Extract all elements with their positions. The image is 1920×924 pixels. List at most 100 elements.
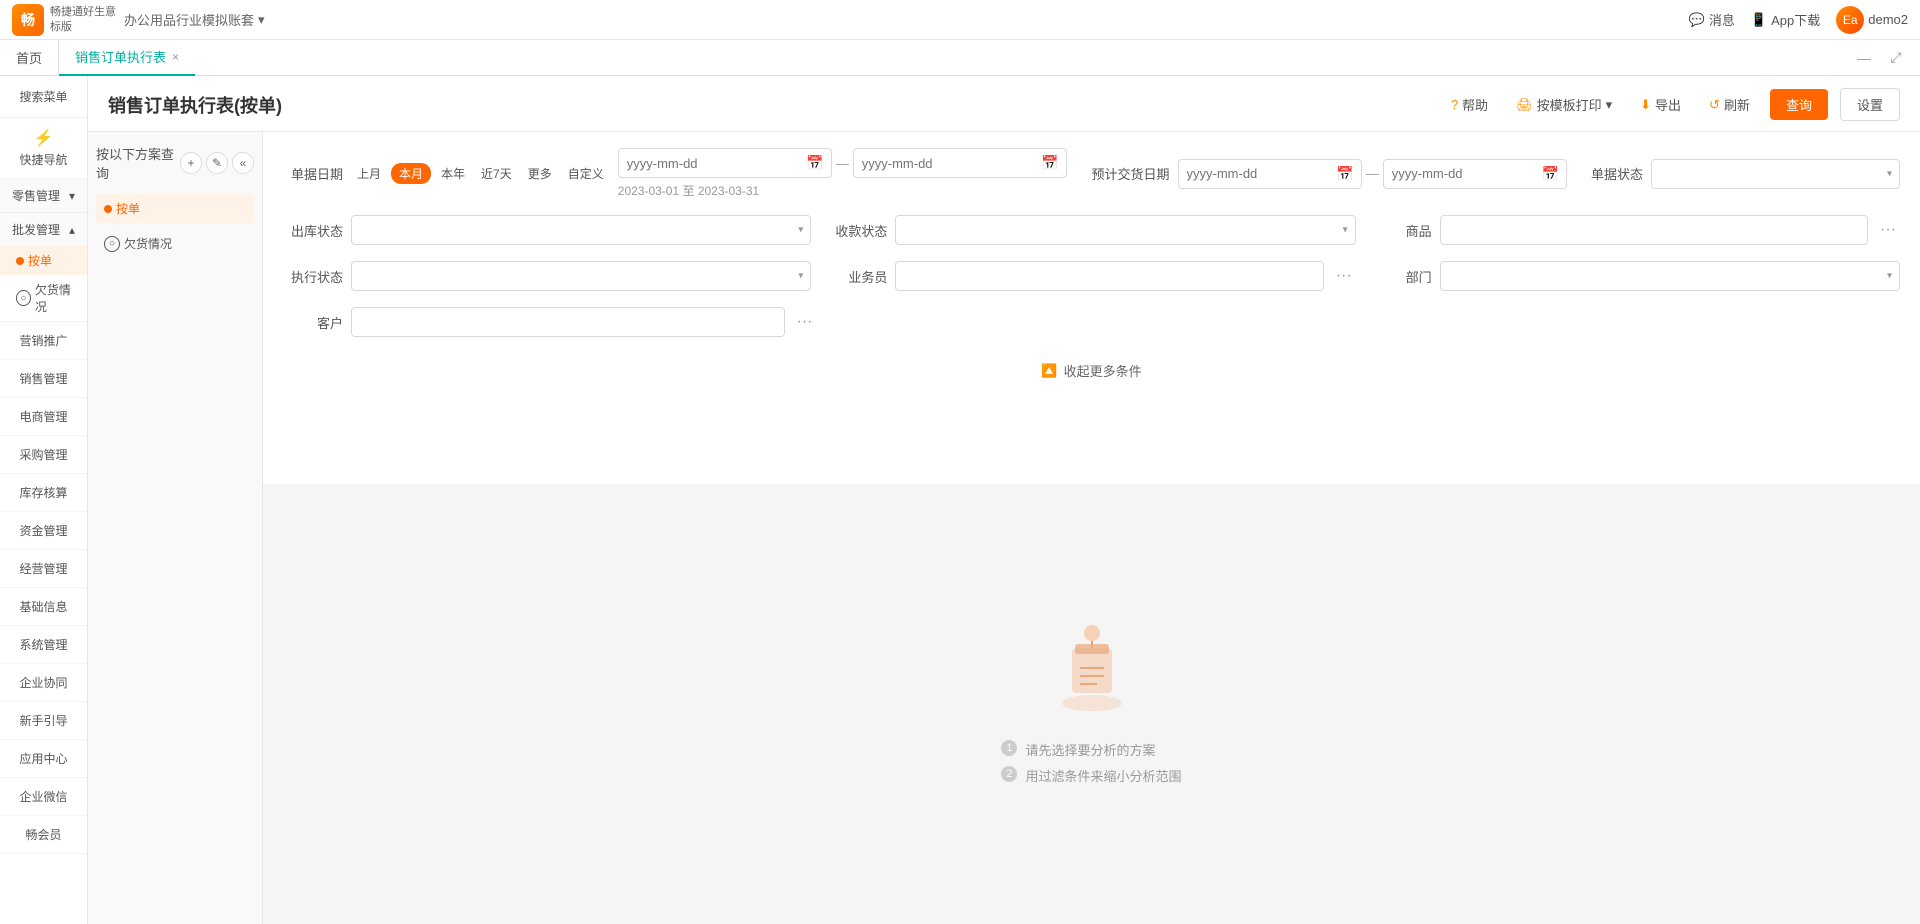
settings-btn[interactable]: 设置 <box>1840 88 1900 121</box>
filter-edit-btn[interactable]: ✎ <box>206 152 228 174</box>
sidebar-item-purchase[interactable]: 采购管理 <box>0 436 87 474</box>
filter-form-area: 单据日期 上月 本月 本年 近7天 更多 自定义 <box>263 132 1920 484</box>
message-btn[interactable]: 💬 消息 <box>1689 10 1735 29</box>
shortcut-year[interactable]: 本年 <box>435 163 471 184</box>
shipment-select-wrapper: ▾ <box>351 215 811 245</box>
sidebar-item-ecommerce[interactable]: 电商管理 <box>0 398 87 436</box>
sidebar-item-appcenter[interactable]: 应用中心 <box>0 740 87 778</box>
date-range: 📅 — 📅 <box>618 148 1067 178</box>
exec-status-select-wrapper: ▾ <box>351 261 811 291</box>
tab-home[interactable]: 首页 <box>0 40 59 76</box>
date-start-input[interactable] <box>618 148 832 178</box>
filter-item-payment: 收款状态 ▾ <box>827 215 1355 245</box>
sidebar-item-stock[interactable]: 库存核算 <box>0 474 87 512</box>
delivery-end-input[interactable] <box>1383 159 1567 189</box>
shortcut-more[interactable]: 更多 <box>522 163 558 184</box>
print-dropdown-icon: ▾ <box>1606 97 1613 113</box>
plan-active-dot <box>104 205 112 213</box>
filter-collapse-btn[interactable]: « <box>232 152 254 174</box>
date-start-icon: 📅 <box>806 155 823 172</box>
help-btn[interactable]: ? 帮助 <box>1443 91 1496 118</box>
sidebar-search-label[interactable]: 搜索菜单 <box>8 84 79 109</box>
goods-label: 商品 <box>1372 221 1432 240</box>
sidebar-subitem-shortage[interactable]: ○ 欠货情况 <box>0 275 87 321</box>
payment-label: 收款状态 <box>827 221 887 240</box>
sidebar-item-wholesale[interactable]: 批发管理 ▴ <box>0 213 87 246</box>
delivery-date-range: 📅 — 📅 <box>1178 159 1567 189</box>
sidebar-item-guide[interactable]: 新手引导 <box>0 702 87 740</box>
date-label: 单据日期 <box>283 164 343 183</box>
delivery-start-input[interactable] <box>1178 159 1362 189</box>
sidebar-item-retail[interactable]: 零售管理 ▾ <box>0 179 87 212</box>
filter-plan-shortage[interactable]: ○ 欠货情况 <box>96 229 254 258</box>
date-end-input[interactable] <box>853 148 1067 178</box>
goods-input[interactable] <box>1440 215 1868 245</box>
exec-status-select[interactable] <box>351 261 811 291</box>
shipment-select[interactable] <box>351 215 811 245</box>
search-btn[interactable]: 查询 <box>1770 89 1828 120</box>
order-status-select[interactable] <box>1651 159 1900 189</box>
sidebar-item-basic[interactable]: 基础信息 <box>0 588 87 626</box>
date-end-icon: 📅 <box>1041 155 1058 172</box>
sidebar-item-quick-nav[interactable]: ⚡ 快捷导航 <box>0 118 87 179</box>
shortcut-prev-month[interactable]: 上月 <box>351 163 387 184</box>
tab-sales-order[interactable]: 销售订单执行表 × <box>59 40 195 76</box>
salesperson-ellipsis-btn[interactable]: ··· <box>1332 267 1356 285</box>
sidebar-subitem-order[interactable]: 按单 <box>0 246 87 275</box>
payment-select[interactable] <box>895 215 1355 245</box>
filter-item-order-status: 单据状态 ▾ <box>1583 159 1900 189</box>
breadcrumb: 办公用品行业模拟账套 ▾ <box>124 10 265 29</box>
sidebar-item-finance[interactable]: 资金管理 <box>0 512 87 550</box>
customer-label: 客户 <box>283 313 343 332</box>
filter-sidebar-actions: + ✎ « <box>180 152 254 174</box>
order-status-select-wrapper: ▾ <box>1651 159 1900 189</box>
filter-add-btn[interactable]: + <box>180 152 202 174</box>
filter-item-salesperson: 业务员 ··· <box>827 261 1355 291</box>
filter-panel: 按以下方案查询 + ✎ « 按单 ○ 欠货情况 <box>88 132 1920 924</box>
topbar: 畅 畅捷通好生意 标版 办公用品行业模拟账套 ▾ 💬 消息 📱 App下载 Ea… <box>0 0 1920 40</box>
filter-item-shipment: 出库状态 ▾ <box>283 215 811 245</box>
shortcut-7days[interactable]: 近7天 <box>475 163 518 184</box>
goods-ellipsis-btn[interactable]: ··· <box>1876 221 1900 239</box>
message-icon: 💬 <box>1689 12 1705 28</box>
salesperson-input[interactable] <box>895 261 1323 291</box>
sidebar-item-member[interactable]: 畅会员 <box>0 816 87 854</box>
dept-select[interactable] <box>1440 261 1900 291</box>
refresh-btn[interactable]: ↺ 刷新 <box>1701 91 1758 118</box>
shortcut-custom[interactable]: 自定义 <box>562 163 610 184</box>
delivery-end-icon: 📅 <box>1542 165 1559 182</box>
content-area: 销售订单执行表(按单) ? 帮助 🖨 按模板打印 ▾ ⬇ 导出 <box>88 76 1920 924</box>
export-btn[interactable]: ⬇ 导出 <box>1632 91 1689 118</box>
sidebar: 搜索菜单 ⚡ 快捷导航 零售管理 ▾ 批发管理 ▴ 按单 ○ 欠货情况 <box>0 76 88 924</box>
page-header: 销售订单执行表(按单) ? 帮助 🖨 按模板打印 ▾ ⬇ 导出 <box>88 76 1920 132</box>
date-start-wrapper: 📅 <box>618 148 832 178</box>
exec-status-label: 执行状态 <box>283 267 343 286</box>
date-end-wrapper: 📅 <box>853 148 1067 178</box>
sidebar-item-sales[interactable]: 销售管理 <box>0 360 87 398</box>
sidebar-item-wechat[interactable]: 企业微信 <box>0 778 87 816</box>
filter-item-goods: 商品 ··· <box>1372 215 1900 245</box>
dept-label: 部门 <box>1372 267 1432 286</box>
filter-row-status: 出库状态 ▾ 收款状态 <box>283 215 1900 245</box>
sidebar-item-marketing[interactable]: 营销推广 <box>0 322 87 360</box>
user-profile[interactable]: Ea demo2 <box>1836 6 1908 34</box>
tab-expand-btn[interactable]: ⤢ <box>1884 46 1908 70</box>
filter-plan-order[interactable]: 按单 <box>96 194 254 223</box>
empty-state: 1 请先选择要分析的方案 2 用过滤条件来缩小分析范围 <box>263 484 1920 924</box>
sidebar-item-operation[interactable]: 经营管理 <box>0 550 87 588</box>
sidebar-item-enterprise[interactable]: 企业协同 <box>0 664 87 702</box>
tab-minimize-btn[interactable]: — <box>1852 46 1876 70</box>
filter-row-customer: 客户 ··· <box>283 307 1900 337</box>
tab-close-btn[interactable]: × <box>172 50 179 64</box>
collapse-more-btn[interactable]: 🔼 收起更多条件 <box>283 353 1900 388</box>
sidebar-item-system[interactable]: 系统管理 <box>0 626 87 664</box>
customer-ellipsis-btn[interactable]: ··· <box>793 313 817 331</box>
app-download-btn[interactable]: 📱 App下载 <box>1751 10 1820 29</box>
breadcrumb-dropdown[interactable]: ▾ <box>258 12 265 28</box>
empty-tips: 1 请先选择要分析的方案 2 用过滤条件来缩小分析范围 <box>1001 738 1181 790</box>
print-btn[interactable]: 🖨 按模板打印 ▾ <box>1508 91 1620 118</box>
filter-item-dept: 部门 ▾ <box>1372 261 1900 291</box>
shortcut-current-month[interactable]: 本月 <box>391 163 431 184</box>
filter-row-exec: 执行状态 ▾ 业务员 ··· <box>283 261 1900 291</box>
customer-input[interactable] <box>351 307 785 337</box>
